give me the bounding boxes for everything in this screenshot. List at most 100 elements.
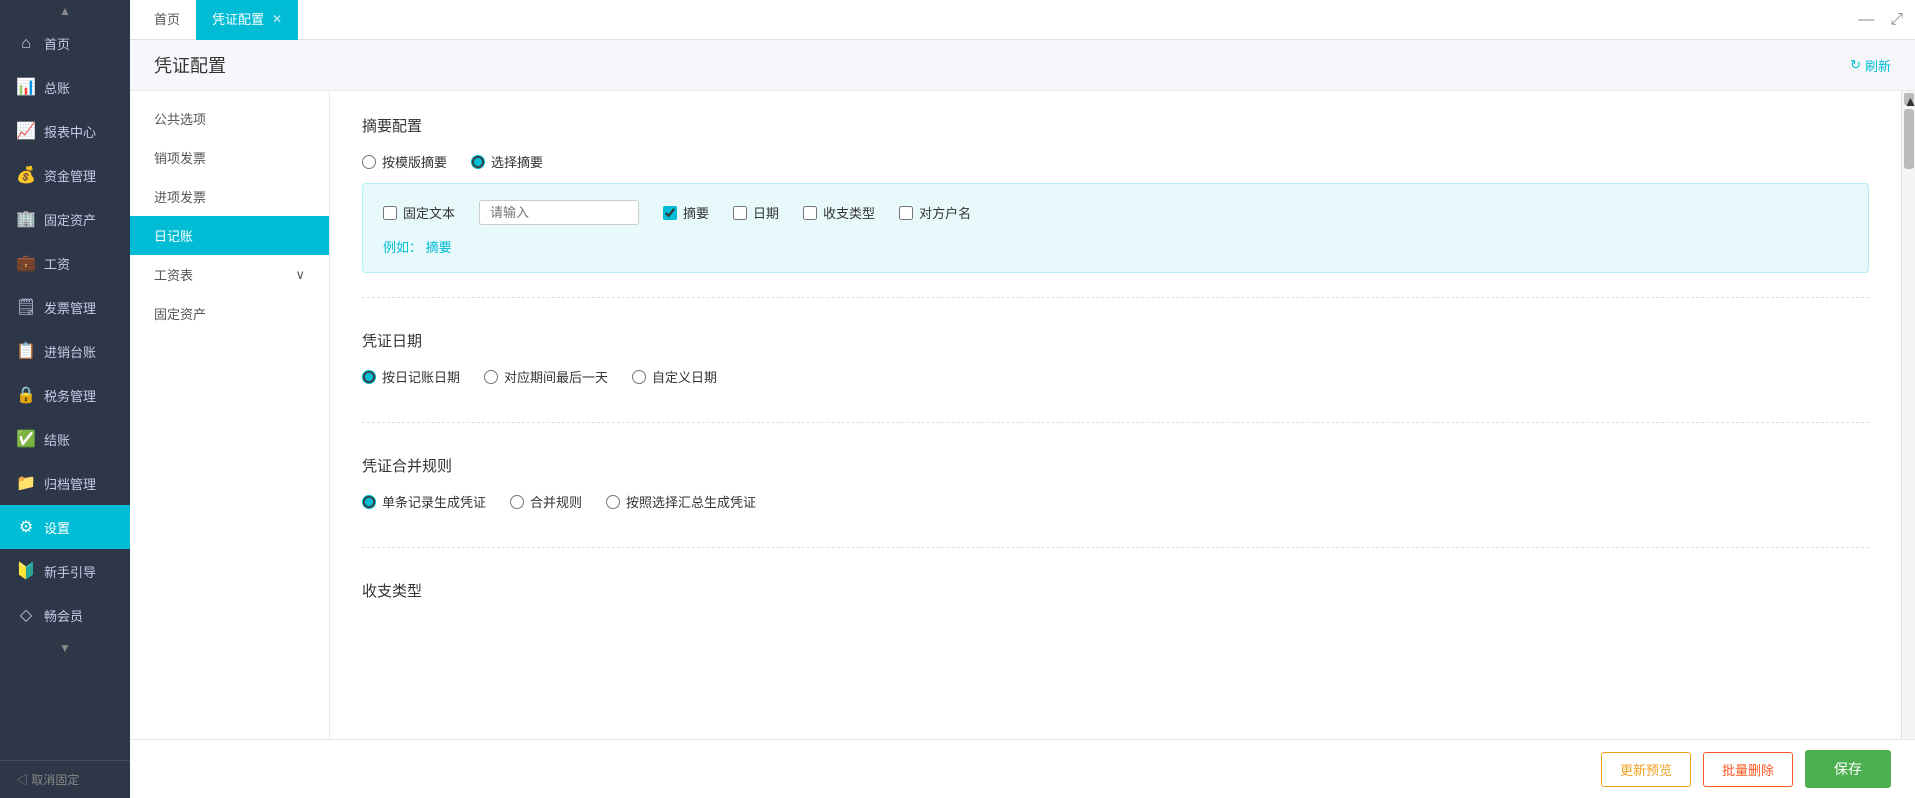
nav-purchase[interactable]: 进项发票 — [130, 177, 329, 216]
sidebar-item-label: 归档管理 — [44, 474, 96, 493]
sidebar-item-salary[interactable]: 💼 工资 — [0, 241, 130, 285]
nav-public[interactable]: 公共选项 — [130, 99, 329, 138]
refresh-label: 刷新 — [1865, 56, 1891, 75]
nav-sales[interactable]: 销项发票 — [130, 138, 329, 177]
date-title: 凭证日期 — [362, 330, 1869, 351]
custom-date-input[interactable] — [632, 370, 646, 384]
example-label: 例如： — [383, 240, 422, 255]
sidebar-item-settle[interactable]: ✅ 结账 — [0, 417, 130, 461]
radio-period-last[interactable]: 对应期间最后一天 — [484, 367, 608, 386]
sidebar-item-label: 新手引导 — [44, 562, 96, 581]
tab-maximize-button[interactable]: ⤢ — [1886, 11, 1907, 29]
example-text: 例如： 摘要 — [383, 237, 1848, 256]
sidebar-unpin[interactable]: ◁ 取消固定 — [0, 760, 130, 798]
sidebar-item-label: 结账 — [44, 430, 70, 449]
update-preview-button[interactable]: 更新预览 — [1601, 752, 1691, 787]
checkbox-counterparty[interactable]: 对方户名 — [899, 203, 971, 222]
checkbox-date[interactable]: 日期 — [733, 203, 779, 222]
tax-icon: 🔒 — [16, 385, 36, 405]
single-record-label: 单条记录生成凭证 — [382, 492, 486, 511]
sidebar-item-ledger[interactable]: 📊 总账 — [0, 65, 130, 109]
payment-type-label: 收支类型 — [823, 203, 875, 222]
sidebar-item-home[interactable]: ⌂ 首页 — [0, 22, 130, 65]
date-check-label: 日期 — [753, 203, 779, 222]
checkbox-summary[interactable]: 摘要 — [663, 203, 709, 222]
outer-scrollbar[interactable]: ▲ — [1901, 91, 1915, 739]
sidebar-scroll-up[interactable]: ▲ — [0, 0, 130, 22]
tab-close-icon[interactable]: ✕ — [272, 12, 282, 26]
page-title: 凭证配置 — [154, 52, 226, 90]
nav-sales-label: 销项发票 — [154, 148, 206, 167]
fixed-text-label: 固定文本 — [403, 203, 455, 222]
nav-payroll[interactable]: 工资表 ∨ — [130, 255, 329, 294]
radio-template-mode[interactable]: 按模版摘要 — [362, 152, 447, 171]
sidebar-item-label: 发票管理 — [44, 298, 96, 317]
radio-book-date[interactable]: 按日记账日期 — [362, 367, 460, 386]
sidebar-item-report[interactable]: 📈 报表中心 — [0, 109, 130, 153]
sidebar-item-invoice[interactable]: 🗒 发票管理 — [0, 285, 130, 329]
ledger-icon: 📊 — [16, 77, 36, 97]
sidebar-item-asset[interactable]: 🏢 固定资产 — [0, 197, 130, 241]
radio-template-label: 按模版摘要 — [382, 152, 447, 171]
fixed-text-field[interactable] — [479, 200, 639, 225]
custom-date-label: 自定义日期 — [652, 367, 717, 386]
tab-voucher-label: 凭证配置 — [212, 9, 264, 28]
sidebar-item-tax[interactable]: 🔒 税务管理 — [0, 373, 130, 417]
main-area: 首页 凭证配置 ✕ — ⤢ 凭证配置 ↻ 刷新 公共选项 — [130, 0, 1915, 798]
sidebar-item-inout[interactable]: 📋 进销台账 — [0, 329, 130, 373]
radio-custom-date[interactable]: 自定义日期 — [632, 367, 717, 386]
sidebar-item-guide[interactable]: 🔰 新手引导 — [0, 549, 130, 593]
save-button[interactable]: 保存 — [1805, 750, 1891, 788]
settle-icon: ✅ — [16, 429, 36, 449]
tab-minimize-button[interactable]: — — [1854, 11, 1878, 29]
radio-select-input[interactable] — [471, 155, 485, 169]
radio-single-record[interactable]: 单条记录生成凭证 — [362, 492, 486, 511]
summary-options-box: 固定文本 摘要 日期 — [362, 183, 1869, 273]
section-payment-type: 收支类型 — [362, 580, 1869, 641]
payment-type-title: 收支类型 — [362, 580, 1869, 601]
scroll-up-arrow[interactable]: ▲ — [1904, 93, 1914, 105]
fund-icon: 💰 — [16, 165, 36, 185]
radio-select-label: 选择摘要 — [491, 152, 543, 171]
refresh-button[interactable]: ↻ 刷新 — [1850, 56, 1891, 87]
sidebar-scroll-down[interactable]: ▼ — [0, 637, 130, 659]
date-check-input[interactable] — [733, 206, 747, 220]
sidebar-item-label: 总账 — [44, 78, 70, 97]
checkbox-fixed-text[interactable]: 固定文本 — [383, 203, 455, 222]
sidebar-item-label: 首页 — [44, 34, 70, 53]
merge-rule-label: 合并规则 — [530, 492, 582, 511]
nav-journal[interactable]: 日记账 — [130, 216, 329, 255]
payment-type-input[interactable] — [803, 206, 817, 220]
sidebar-item-label: 税务管理 — [44, 386, 96, 405]
radio-select-merge[interactable]: 按照选择汇总生成凭证 — [606, 492, 756, 511]
section-summary: 摘要配置 按模版摘要 选择摘要 — [362, 115, 1869, 298]
radio-template-input[interactable] — [362, 155, 376, 169]
nav-payroll-label: 工资表 — [154, 265, 193, 284]
merge-rule-input[interactable] — [510, 495, 524, 509]
sidebar-item-settings[interactable]: ⚙ 设置 — [0, 505, 130, 549]
select-merge-input[interactable] — [606, 495, 620, 509]
nav-fixed-asset[interactable]: 固定资产 — [130, 294, 329, 333]
sidebar-unpin-label: 取消固定 — [31, 773, 79, 787]
period-last-input[interactable] — [484, 370, 498, 384]
book-date-input[interactable] — [362, 370, 376, 384]
nav-payroll-expand-icon: ∨ — [295, 267, 305, 283]
scroll-thumb[interactable] — [1904, 109, 1914, 169]
checkbox-payment-type[interactable]: 收支类型 — [803, 203, 875, 222]
radio-select-mode[interactable]: 选择摘要 — [471, 152, 543, 171]
summary-check-label: 摘要 — [683, 203, 709, 222]
sidebar-item-member[interactable]: ◇ 畅会员 — [0, 593, 130, 637]
summary-check-input[interactable] — [663, 206, 677, 220]
summary-checkboxes-row: 固定文本 摘要 日期 — [383, 200, 1848, 225]
sidebar-item-archive[interactable]: 📁 归档管理 — [0, 461, 130, 505]
tab-home[interactable]: 首页 — [138, 0, 196, 40]
radio-merge-rule[interactable]: 合并规则 — [510, 492, 582, 511]
asset-icon: 🏢 — [16, 209, 36, 229]
single-record-input[interactable] — [362, 495, 376, 509]
tab-voucher[interactable]: 凭证配置 ✕ — [196, 0, 298, 40]
content-area: 凭证配置 ↻ 刷新 公共选项 销项发票 进项发票 日记账 — [130, 40, 1915, 798]
sidebar-item-fund[interactable]: 💰 资金管理 — [0, 153, 130, 197]
fixed-text-input[interactable] — [383, 206, 397, 220]
batch-delete-button[interactable]: 批量删除 — [1703, 752, 1793, 787]
counterparty-input[interactable] — [899, 206, 913, 220]
